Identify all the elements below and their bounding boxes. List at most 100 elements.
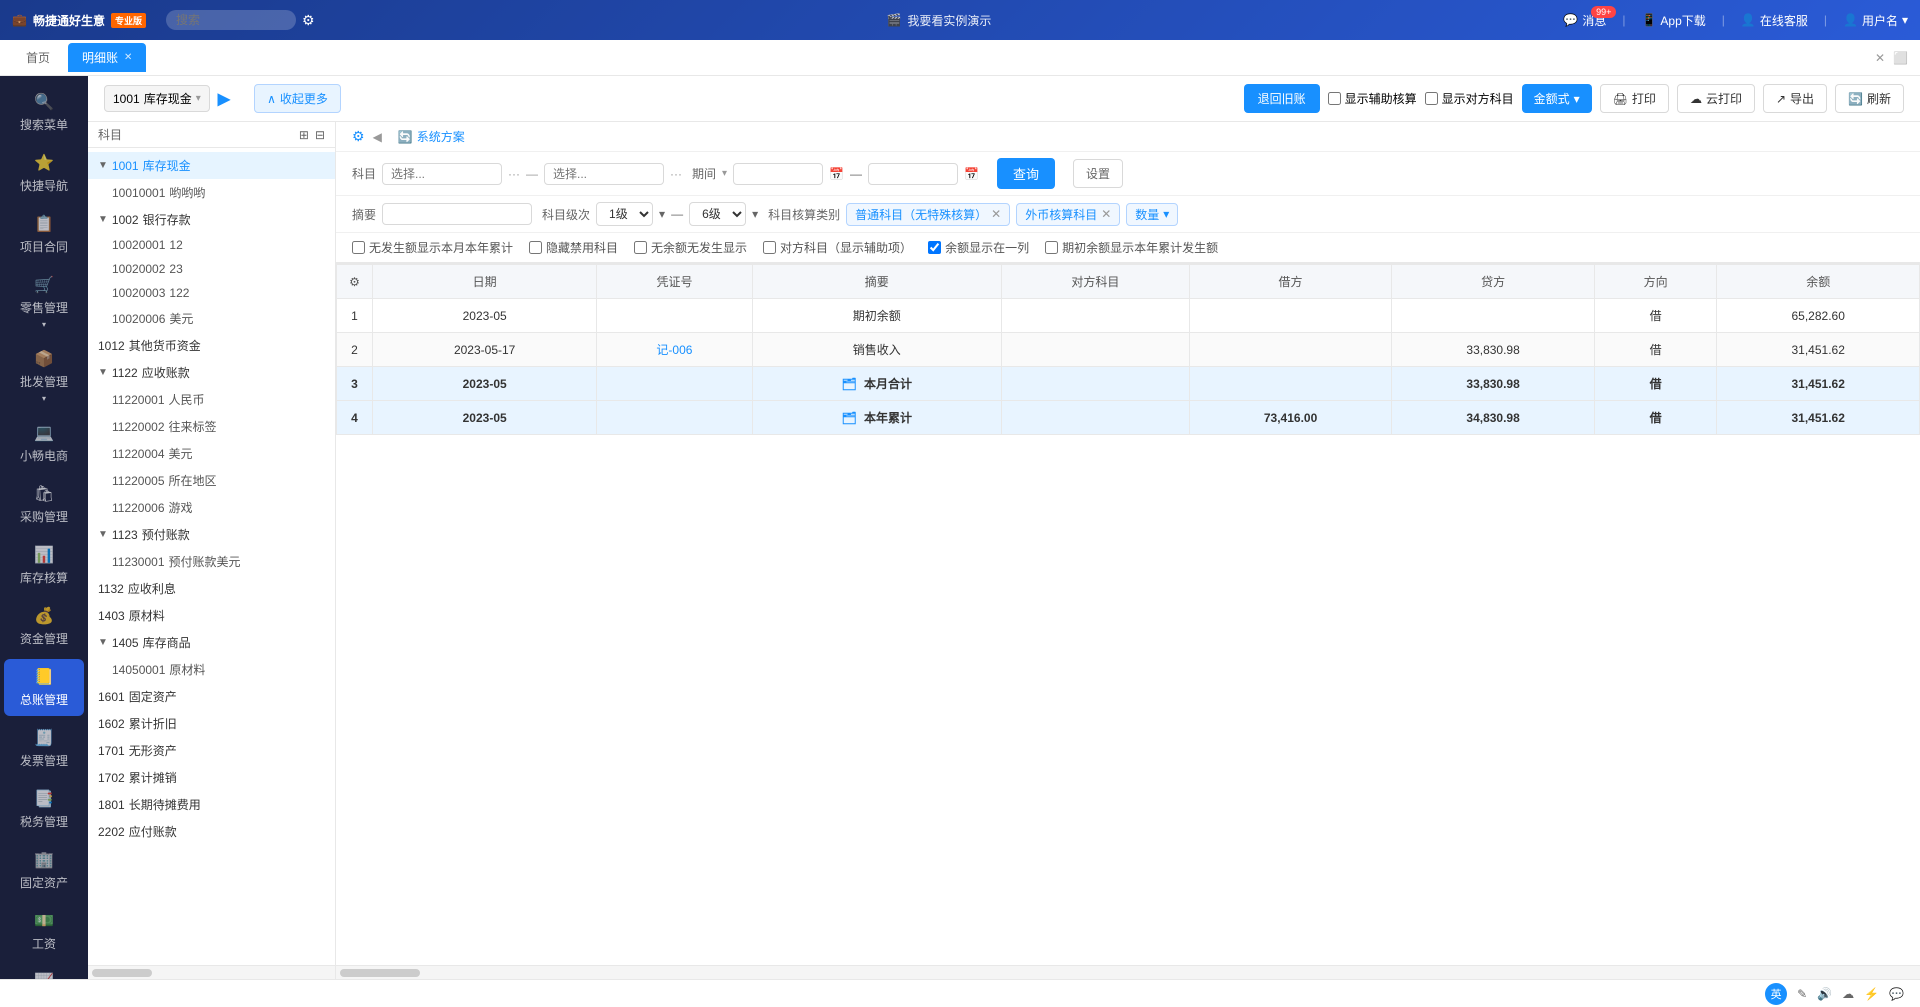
tree-item-1001[interactable]: ▼ 1001 库存现金 [88,152,335,179]
print-btn[interactable]: 🖨 打印 [1600,84,1669,113]
tab-close-icon[interactable]: ✕ [124,52,132,63]
sidebar-item-project[interactable]: 📋 项目合同 [4,206,84,263]
tree-item-10020006[interactable]: 10020006 美元 [88,305,335,332]
checkbox-no-balance-hide-input[interactable] [634,241,647,254]
checkbox-no-balance-hide[interactable]: 无余额无发生显示 [634,239,747,256]
sidebar-item-retail[interactable]: 🛒 零售管理 ▾ [4,267,84,337]
tab-ledger[interactable]: 明细账 ✕ [68,43,146,72]
checkbox-hide-disabled[interactable]: 隐藏禁用科目 [529,239,618,256]
tree-scrollbar-h[interactable] [88,965,335,979]
tree-item-1123[interactable]: ▼ 1123 预付账款 [88,521,335,548]
sidebar-item-management[interactable]: 📈 经营管理 [4,964,84,979]
tree-item-1601[interactable]: 1601 固定资产 [88,683,335,710]
tree-item-1801[interactable]: 1801 长期待摊费用 [88,791,335,818]
query-btn[interactable]: 查询 [997,158,1055,189]
sidebar-item-fixed-assets[interactable]: 🏢 固定资产 [4,842,84,899]
messages-btn[interactable]: 💬 消息 99+ [1563,12,1606,29]
app-download-btn[interactable]: 📱 App下载 [1641,12,1705,29]
voucher-link[interactable]: 记-006 [656,343,692,357]
sidebar-item-wholesale[interactable]: 📦 批发管理 ▾ [4,341,84,411]
lang-btn[interactable]: 英 [1765,983,1787,1005]
user-avatar[interactable]: 👤 用户名 ▾ [1843,12,1908,29]
currency-mode-btn[interactable]: 金额式 ▾ [1522,84,1592,113]
checkbox-period-balance-input[interactable] [1045,241,1058,254]
tree-item-2202[interactable]: 2202 应付账款 [88,818,335,845]
tree-item-1012[interactable]: 1012 其他货币资金 [88,332,335,359]
tree-item-10020003[interactable]: 10020003 122 [88,281,335,305]
sidebar-item-ledger[interactable]: 📒 总账管理 [4,659,84,716]
col-settings[interactable]: ⚙ [337,265,373,299]
online-service-btn[interactable]: 👤 在线客服 [1741,12,1808,29]
filter-settings-icon[interactable]: ⚙ [352,128,365,145]
tree-item-11220001[interactable]: 11220001 人民币 [88,386,335,413]
current-account-selector[interactable]: 1001 库存现金 ▾ [104,85,210,112]
lightning-icon[interactable]: ⚡ [1864,987,1879,1001]
level-from-select[interactable]: 1级2级3级 [596,202,653,226]
account-more-icon[interactable]: ··· [508,167,520,181]
sidebar-item-purchase[interactable]: 🛍 采购管理 [4,476,84,533]
tree-item-1403[interactable]: 1403 原材料 [88,602,335,629]
tab-home[interactable]: 首页 [12,43,64,72]
cloud-icon[interactable]: ☁ [1842,987,1854,1001]
maximize-icon[interactable]: ⬜ [1893,51,1908,65]
sidebar-item-quick-nav[interactable]: ⭐ 快捷导航 [4,145,84,202]
checkbox-no-balance-show[interactable]: 无发生额显示本月本年累计 [352,239,513,256]
calendar-icon-2[interactable]: 📅 [964,167,979,181]
summary-input[interactable] [382,203,532,225]
refresh-btn[interactable]: 🔄 刷新 [1835,84,1904,113]
tree-item-10020001[interactable]: 10020001 12 [88,233,335,257]
table-scroll-thumb[interactable] [340,969,420,977]
tree-item-11220002[interactable]: 11220002 往来标签 [88,413,335,440]
tree-item-11220004[interactable]: 11220004 美元 [88,440,335,467]
table-scrollbar-h[interactable] [336,965,1920,979]
tree-item-1132[interactable]: 1132 应收利息 [88,575,335,602]
back-old-btn[interactable]: 退回旧账 [1244,84,1320,113]
checkbox-contra[interactable]: 对方科目（显示辅助项） [763,239,912,256]
tree-item-14050001[interactable]: 14050001 原材料 [88,656,335,683]
checkbox-balance-one-col[interactable]: 余额显示在一列 [928,239,1029,256]
tree-collapse-icon[interactable]: ⊟ [315,128,325,142]
show-contra-input[interactable] [1425,92,1438,105]
level-to-select[interactable]: 6级5级4级 [689,202,746,226]
period-end-input[interactable]: 2023-05 [868,163,958,185]
sidebar-item-finance[interactable]: 💰 资金管理 [4,598,84,655]
tag-close-icon-2[interactable]: ✕ [1101,207,1111,221]
tree-item-11220006[interactable]: 11220006 游戏 [88,494,335,521]
checkbox-period-balance[interactable]: 期初余额显示本年累计发生额 [1045,239,1218,256]
filter-collapse-icon[interactable]: ◀ [373,130,382,144]
tree-item-1405[interactable]: ▼ 1405 库存商品 [88,629,335,656]
close-window-icon[interactable]: ✕ [1875,51,1885,65]
sidebar-item-tax[interactable]: 📑 税务管理 [4,781,84,838]
cloud-print-btn[interactable]: ☁ 云打印 [1677,84,1755,113]
checkbox-hide-disabled-input[interactable] [529,241,542,254]
tree-item-11230001[interactable]: 11230001 预付账款美元 [88,548,335,575]
sidebar-item-ecommerce[interactable]: 💻 小畅电商 [4,415,84,472]
tree-scroll-thumb[interactable] [92,969,152,977]
checkbox-no-balance-input[interactable] [352,241,365,254]
sidebar-item-inventory[interactable]: 📊 库存核算 [4,537,84,594]
settings-btn[interactable]: 设置 [1073,159,1123,188]
sidebar-item-invoice[interactable]: 🧾 发票管理 [4,720,84,777]
scheme-selector[interactable]: 🔄 系统方案 [398,128,465,145]
tree-item-1602[interactable]: 1602 累计折旧 [88,710,335,737]
export-btn[interactable]: ↗ 导出 [1763,84,1827,113]
show-aux-input[interactable] [1328,92,1341,105]
account-input[interactable] [382,163,502,185]
tree-item-1702[interactable]: 1702 累计摊销 [88,764,335,791]
period-start-input[interactable]: 2023-05 [733,163,823,185]
sidebar-item-search[interactable]: 🔍 搜索菜单 [4,84,84,141]
tree-item-11220005[interactable]: 11220005 所在地区 [88,467,335,494]
sidebar-item-salary[interactable]: 💵 工资 [4,903,84,960]
checkbox-balance-one-col-input[interactable] [928,241,941,254]
tree-item-10010001[interactable]: 10010001 哟哟哟 [88,179,335,206]
show-contra-checkbox[interactable]: 显示对方科目 [1425,90,1514,107]
settings-icon[interactable]: ⚙ [302,12,315,29]
tree-item-1701[interactable]: 1701 无形资产 [88,737,335,764]
tree-expand-icon[interactable]: ⊞ [299,128,309,142]
tag-close-icon[interactable]: ✕ [991,207,1001,221]
checkbox-contra-input[interactable] [763,241,776,254]
edit-icon[interactable]: ✎ [1797,987,1807,1001]
calendar-icon[interactable]: 📅 [829,167,844,181]
top-search-input[interactable] [166,10,296,30]
demo-link[interactable]: 🎬 我要看实例演示 [325,12,1554,29]
